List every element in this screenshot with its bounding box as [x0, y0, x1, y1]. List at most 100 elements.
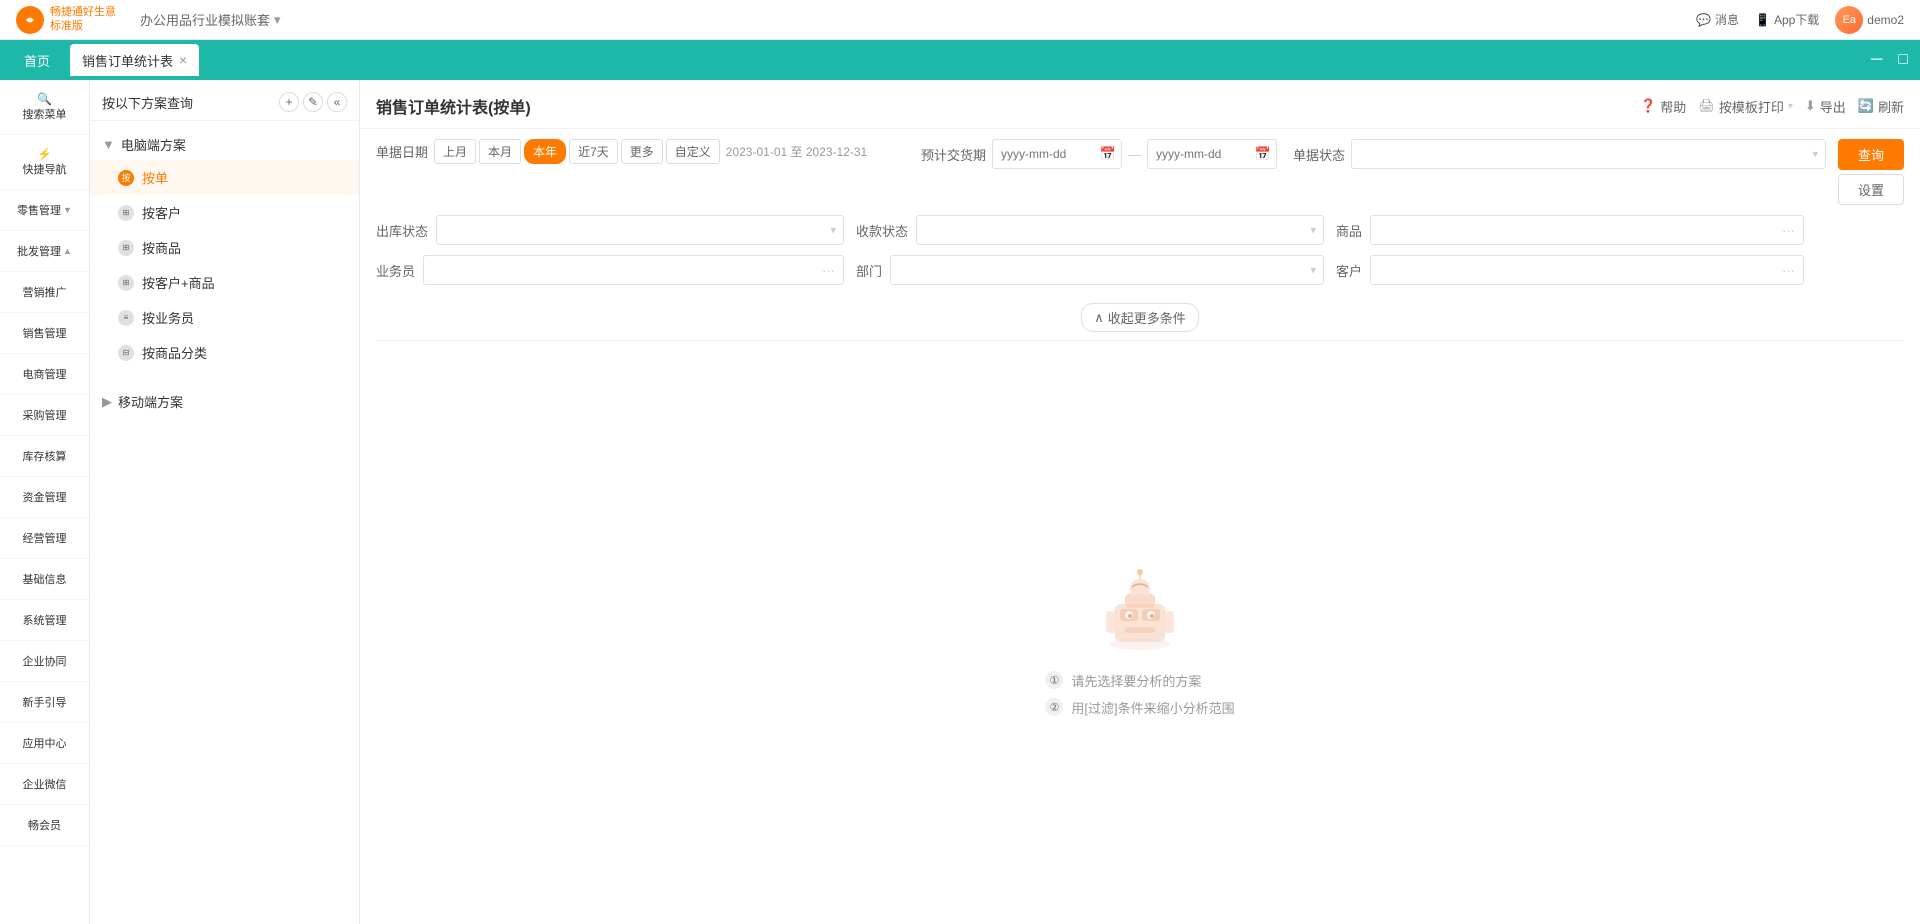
sidebar-item-appstore[interactable]: 应用中心	[0, 723, 89, 764]
expected-date-label: 预计交货期	[921, 145, 986, 164]
sidebar-item-search[interactable]: 🔍 搜索菜单	[0, 80, 89, 135]
sidebar-item-system[interactable]: 系统管理	[0, 600, 89, 641]
breadcrumb-arrow-icon: ▾	[274, 12, 281, 28]
scheme-item-by-customer[interactable]: ⊞ 按客户	[90, 195, 359, 230]
empty-state: ① 请先选择要分析的方案 ② 用[过滤]条件来缩小分析范围	[360, 351, 1920, 924]
scheme-item-by-salesperson[interactable]: ≡ 按业务员	[90, 300, 359, 335]
scheme-panel: 按以下方案查询 + ✎ «	[90, 80, 360, 924]
scheme-icon-customer-product: ⊞	[118, 275, 134, 291]
setting-button[interactable]: 设置	[1838, 174, 1904, 205]
page-header-actions: ❓ 帮助 🖨 按模板打印 ▾ ⬇ 导出 🔄	[1640, 97, 1904, 116]
sidebar-item-sales[interactable]: 销售管理	[0, 313, 89, 354]
scheme-section-title-mobile[interactable]: ▶ 移动端方案	[90, 386, 359, 417]
help-button[interactable]: ❓ 帮助	[1640, 97, 1686, 116]
collapse-icon: «	[334, 95, 341, 109]
empty-illustration	[1090, 559, 1190, 659]
scheme-header-actions: + ✎ «	[279, 92, 347, 112]
query-actions: 查询 设置	[1838, 139, 1904, 205]
scheme-collapse-button[interactable]: «	[327, 92, 347, 112]
scheme-header: 按以下方案查询 + ✎ «	[90, 80, 359, 121]
customer-dots[interactable]: ···	[1782, 263, 1795, 278]
scheme-item-by-category[interactable]: ⊟ 按商品分类	[90, 335, 359, 370]
scheme-item-by-product[interactable]: ⊞ 按商品	[90, 230, 359, 265]
section-arrow-icon: ▼	[102, 137, 115, 152]
scheme-add-button[interactable]: +	[279, 92, 299, 112]
user-menu[interactable]: Ea demo2	[1835, 6, 1904, 34]
scheme-icon-salesperson: ≡	[118, 310, 134, 326]
top-bar-left: 畅捷通好生意 标准版 办公用品行业模拟账套 ▾	[16, 6, 281, 34]
sidebar-item-finance[interactable]: 资金管理	[0, 477, 89, 518]
scheme-section-title-desktop[interactable]: ▼ 电脑端方案	[90, 129, 359, 160]
query-button[interactable]: 查询	[1838, 139, 1904, 170]
search-menu-label: 🔍	[6, 92, 83, 106]
mobile-icon: 📱	[1755, 13, 1770, 27]
help-icon: ❓	[1640, 98, 1656, 114]
top-bar: 畅捷通好生意 标准版 办公用品行业模拟账套 ▾ 💬 消息 📱 App下载 Ea …	[0, 0, 1920, 40]
sidebar-item-wechat[interactable]: 企业微信	[0, 764, 89, 805]
date-btn-7days[interactable]: 近7天	[569, 139, 618, 164]
page-content: 按以下方案查询 + ✎ «	[90, 80, 1920, 924]
refresh-button[interactable]: 🔄 刷新	[1858, 97, 1904, 116]
sidebar-item-inventory[interactable]: 库存核算	[0, 436, 89, 477]
sidebar-item-guide[interactable]: 新手引导	[0, 682, 89, 723]
tab-bar-actions: ─ □	[1867, 47, 1912, 73]
date-btn-last-month[interactable]: 上月	[434, 139, 476, 164]
date-btn-this-year[interactable]: 本年	[524, 139, 566, 164]
right-content: 销售订单统计表(按单) ❓ 帮助 🖨 按模板打印 ▾ ⬇	[360, 80, 1920, 924]
date-separator: —	[1128, 147, 1141, 162]
scheme-item-by-customer-product[interactable]: ⊞ 按客户+商品	[90, 265, 359, 300]
logo-text: 畅捷通好生意 标准版	[50, 6, 116, 32]
product-label: 商品	[1336, 221, 1362, 240]
sidebar-item-collaboration[interactable]: 企业协同	[0, 641, 89, 682]
sidebar-item-purchase[interactable]: 采购管理	[0, 395, 89, 436]
date-label: 单据日期	[376, 142, 428, 161]
payment-status-select[interactable]	[916, 215, 1324, 245]
scheme-item-by-order[interactable]: 按 按单	[90, 160, 359, 195]
sidebar-item-retail[interactable]: 零售管理 ▼	[0, 190, 89, 231]
sidebar-item-operations[interactable]: 经营管理	[0, 518, 89, 559]
avatar: Ea	[1835, 6, 1863, 34]
sidebar: 🔍 搜索菜单 ⚡ 快捷导航 零售管理 ▼ 批发管理 ▲ 营销推广 销售管理 电商…	[0, 80, 90, 924]
print-dropdown-icon: ▾	[1788, 101, 1793, 112]
salesperson-dots[interactable]: ···	[822, 263, 835, 278]
calendar-from-icon: 📅	[1100, 146, 1116, 162]
sidebar-item-vip[interactable]: 畅会员	[0, 805, 89, 846]
collapse-bar: ∧ 收起更多条件	[376, 295, 1904, 341]
message-button[interactable]: 💬 消息	[1696, 11, 1739, 28]
retail-arrow-icon: ▼	[63, 205, 72, 215]
content-area: 按以下方案查询 + ✎ «	[90, 80, 1920, 924]
customer-label: 客户	[1336, 261, 1362, 280]
mobile-section-arrow-icon: ▶	[102, 394, 112, 410]
page-title: 销售订单统计表(按单)	[376, 94, 531, 118]
page-header: 销售订单统计表(按单) ❓ 帮助 🖨 按模板打印 ▾ ⬇	[360, 80, 1920, 129]
tab-home[interactable]: 首页	[8, 40, 66, 80]
tab-close-icon[interactable]: ×	[179, 52, 187, 68]
date-btn-custom[interactable]: 自定义	[666, 139, 720, 164]
collapse-more-button[interactable]: ∧ 收起更多条件	[1081, 303, 1199, 332]
scheme-edit-button[interactable]: ✎	[303, 92, 323, 112]
tab-active[interactable]: 销售订单统计表 ×	[70, 44, 199, 76]
department-select[interactable]	[890, 255, 1324, 285]
filter-section: 单据日期 上月 本月 本年 近7天 更多 自定义 2023-01-01 至 20…	[360, 129, 1920, 351]
tab-maximize-icon[interactable]: □	[1894, 47, 1912, 73]
calendar-to-icon: 📅	[1255, 146, 1271, 162]
delivery-status-label: 出库状态	[376, 221, 428, 240]
export-icon: ⬇	[1805, 98, 1816, 114]
breadcrumb[interactable]: 办公用品行业模拟账套 ▾	[140, 10, 281, 29]
status-select[interactable]	[1351, 139, 1826, 169]
sidebar-item-marketing[interactable]: 营销推广	[0, 272, 89, 313]
date-btn-this-month[interactable]: 本月	[479, 139, 521, 164]
date-btn-more[interactable]: 更多	[621, 139, 663, 164]
template-print-button[interactable]: 🖨 按模板打印 ▾	[1698, 97, 1793, 116]
sidebar-item-ecommerce[interactable]: 电商管理	[0, 354, 89, 395]
sidebar-item-basic[interactable]: 基础信息	[0, 559, 89, 600]
export-button[interactable]: ⬇ 导出	[1805, 97, 1846, 116]
delivery-status-select[interactable]	[436, 215, 844, 245]
sidebar-item-wholesale[interactable]: 批发管理 ▲	[0, 231, 89, 272]
tab-minimize-icon[interactable]: ─	[1867, 47, 1886, 73]
empty-hint-1: ① 请先选择要分析的方案	[1045, 671, 1234, 690]
product-dots[interactable]: ···	[1782, 223, 1795, 238]
app-download-button[interactable]: 📱 App下载	[1755, 11, 1819, 28]
sidebar-item-shortcuts[interactable]: ⚡ 快捷导航	[0, 135, 89, 190]
logo-area[interactable]: 畅捷通好生意 标准版	[16, 6, 116, 34]
